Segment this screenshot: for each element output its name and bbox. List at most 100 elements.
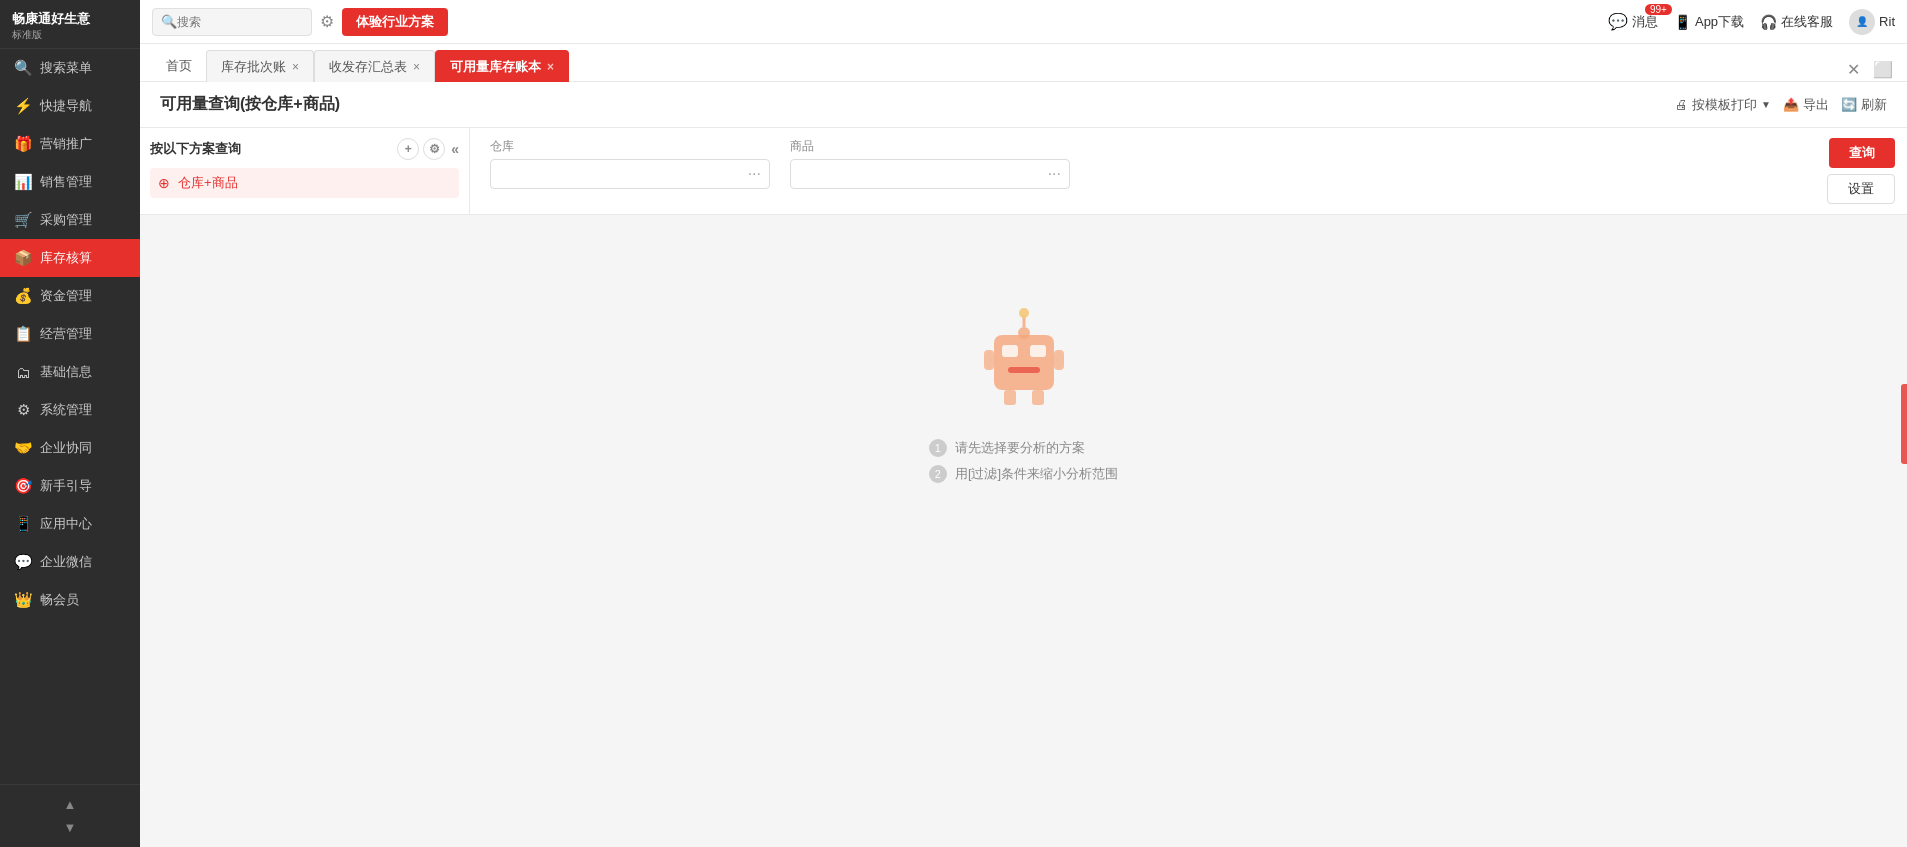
sidebar-item-member[interactable]: 👑 畅会员	[0, 581, 140, 619]
tabs-bar: 首页 库存批次账 × 收发存汇总表 × 可用量库存账本 × ✕ ⬜	[140, 44, 1907, 82]
sidebar-item-inventory[interactable]: 📦 库存核算	[0, 239, 140, 277]
scheme-actions: + ⚙	[397, 138, 445, 160]
svg-rect-1	[1002, 345, 1018, 357]
app-logo: 畅康通好生意 标准版	[0, 0, 140, 49]
sidebar-icon-shortcut: ⚡	[14, 97, 32, 115]
filter-warehouse-more-icon[interactable]: ···	[748, 165, 761, 183]
sidebar-icon-member: 👑	[14, 591, 32, 609]
sidebar: 畅康通好生意 标准版 🔍 搜索菜单 ⚡ 快捷导航 🎁 营销推广 📊 销售管理 🛒…	[0, 0, 140, 847]
sidebar-icon-newbie: 🎯	[14, 477, 32, 495]
filter-panel: 仓库 ··· 商品 ···	[470, 128, 1815, 214]
svg-rect-3	[1008, 367, 1040, 373]
sidebar-item-finance[interactable]: 💰 资金管理	[0, 277, 140, 315]
sidebar-icon-operations: 📋	[14, 325, 32, 343]
empty-illustration	[964, 295, 1084, 415]
refresh-btn[interactable]: 🔄 刷新	[1841, 96, 1887, 114]
topbar-gear-icon[interactable]: ⚙	[320, 12, 334, 31]
search-icon: 🔍	[161, 14, 177, 29]
sidebar-item-operations[interactable]: 📋 经营管理	[0, 315, 140, 353]
filter-warehouse: 仓库 ···	[490, 138, 770, 189]
sidebar-item-wechat[interactable]: 💬 企业微信	[0, 543, 140, 581]
sidebar-item-search[interactable]: 🔍 搜索菜单	[0, 49, 140, 87]
sidebar-item-enterprise[interactable]: 🤝 企业协同	[0, 429, 140, 467]
app-version: 标准版	[12, 28, 128, 42]
filter-goods-input[interactable]	[799, 167, 1044, 182]
sidebar-scroll-down[interactable]: ▼	[0, 816, 140, 839]
filter-goods: 商品 ···	[790, 138, 1070, 189]
win-maximize-btn[interactable]: ⬜	[1871, 57, 1895, 81]
tab-summary-close-icon[interactable]: ×	[413, 60, 420, 74]
sidebar-label-appstore: 应用中心	[40, 515, 92, 533]
sidebar-item-basic[interactable]: 🗂 基础信息	[0, 353, 140, 391]
scheme-header: 按以下方案查询 + ⚙ «	[150, 138, 459, 160]
sidebar-icon-marketing-promo: 🎁	[14, 135, 32, 153]
tab-batch[interactable]: 库存批次账 ×	[206, 50, 314, 82]
trial-btn[interactable]: 体验行业方案	[342, 8, 448, 36]
topbar-user[interactable]: 👤 Rit	[1849, 9, 1895, 35]
query-button[interactable]: 查询	[1829, 138, 1895, 168]
sidebar-label-inventory: 库存核算	[40, 249, 92, 267]
sidebar-item-purchase[interactable]: 🛒 采购管理	[0, 201, 140, 239]
sidebar-item-system[interactable]: ⚙ 系统管理	[0, 391, 140, 429]
tab-available-close-icon[interactable]: ×	[547, 60, 554, 74]
sidebar-item-marketing-promo[interactable]: 🎁 营销推广	[0, 125, 140, 163]
sidebar-label-basic: 基础信息	[40, 363, 92, 381]
print-btn[interactable]: 🖨 按模板打印 ▼	[1675, 96, 1771, 114]
topbar-search-input[interactable]	[177, 15, 297, 29]
message-label: 消息	[1632, 13, 1658, 31]
svg-rect-5	[1054, 350, 1064, 370]
message-badge: 99+	[1645, 4, 1672, 15]
export-icon: 📤	[1783, 97, 1799, 112]
main-area: 🔍 ⚙ 体验行业方案 💬 消息 99+ 📱 App下载 🎧 在	[140, 0, 1907, 847]
topbar-online-service[interactable]: 🎧 在线客服	[1760, 13, 1833, 31]
svg-point-8	[1018, 327, 1030, 339]
sidebar-item-appstore[interactable]: 📱 应用中心	[0, 505, 140, 543]
scheme-collapse-icon[interactable]: «	[451, 141, 459, 157]
topbar-message[interactable]: 💬 消息 99+	[1608, 12, 1658, 31]
user-name: Rit	[1879, 14, 1895, 29]
sidebar-icon-sales: 📊	[14, 173, 32, 191]
svg-rect-2	[1030, 345, 1046, 357]
right-scrollbar-indicator	[1901, 384, 1907, 464]
topbar: 🔍 ⚙ 体验行业方案 💬 消息 99+ 📱 App下载 🎧 在	[140, 0, 1907, 44]
sidebar-label-system: 系统管理	[40, 401, 92, 419]
tab-batch-close-icon[interactable]: ×	[292, 60, 299, 74]
scheme-panel: 按以下方案查询 + ⚙ « ⊕ 仓库+商品	[140, 128, 470, 214]
filter-goods-more-icon[interactable]: ···	[1048, 165, 1061, 183]
sidebar-label-search: 搜索菜单	[40, 59, 92, 77]
scheme-add-icon[interactable]: +	[397, 138, 419, 160]
page-header-actions: 🖨 按模板打印 ▼ 📤 导出 🔄 刷新	[1675, 96, 1887, 114]
settings-button[interactable]: 设置	[1827, 174, 1895, 204]
tab-batch-label: 库存批次账	[221, 58, 286, 76]
print-dropdown-icon: ▼	[1761, 99, 1771, 110]
app-download-icon: 📱	[1674, 14, 1691, 30]
refresh-label: 刷新	[1861, 96, 1887, 114]
sidebar-label-wechat: 企业微信	[40, 553, 92, 571]
sidebar-item-shortcut[interactable]: ⚡ 快捷导航	[0, 87, 140, 125]
filter-warehouse-input[interactable]	[499, 167, 744, 182]
empty-state: 1 请先选择要分析的方案 2 用[过滤]条件来缩小分析范围	[140, 215, 1907, 567]
message-icon: 💬	[1608, 12, 1628, 31]
sidebar-scroll-up[interactable]: ▲	[0, 793, 140, 816]
page-title: 可用量查询(按仓库+商品)	[160, 94, 340, 115]
scheme-warehouse-goods[interactable]: ⊕ 仓库+商品	[150, 168, 459, 198]
tab-available-label: 可用量库存账本	[450, 58, 541, 76]
win-close-btn[interactable]: ✕	[1841, 57, 1865, 81]
svg-rect-4	[984, 350, 994, 370]
topbar-app-download[interactable]: 📱 App下载	[1674, 13, 1744, 31]
page-header: 可用量查询(按仓库+商品) 🖨 按模板打印 ▼ 📤 导出 🔄 刷新	[140, 82, 1907, 128]
export-btn[interactable]: 📤 导出	[1783, 96, 1829, 114]
tab-summary[interactable]: 收发存汇总表 ×	[314, 50, 435, 82]
sidebar-item-sales[interactable]: 📊 销售管理	[0, 163, 140, 201]
scheme-settings-icon[interactable]: ⚙	[423, 138, 445, 160]
sidebar-icon-finance: 💰	[14, 287, 32, 305]
empty-svg	[964, 295, 1084, 415]
scheme-label: 按以下方案查询	[150, 140, 241, 158]
empty-text-list: 1 请先选择要分析的方案 2 用[过滤]条件来缩小分析范围	[929, 435, 1118, 487]
tab-home[interactable]: 首页	[152, 50, 206, 82]
topbar-search-box: 🔍	[152, 8, 312, 36]
sidebar-icon-enterprise: 🤝	[14, 439, 32, 457]
sidebar-label-operations: 经营管理	[40, 325, 92, 343]
sidebar-item-newbie[interactable]: 🎯 新手引导	[0, 467, 140, 505]
tab-available[interactable]: 可用量库存账本 ×	[435, 50, 569, 82]
